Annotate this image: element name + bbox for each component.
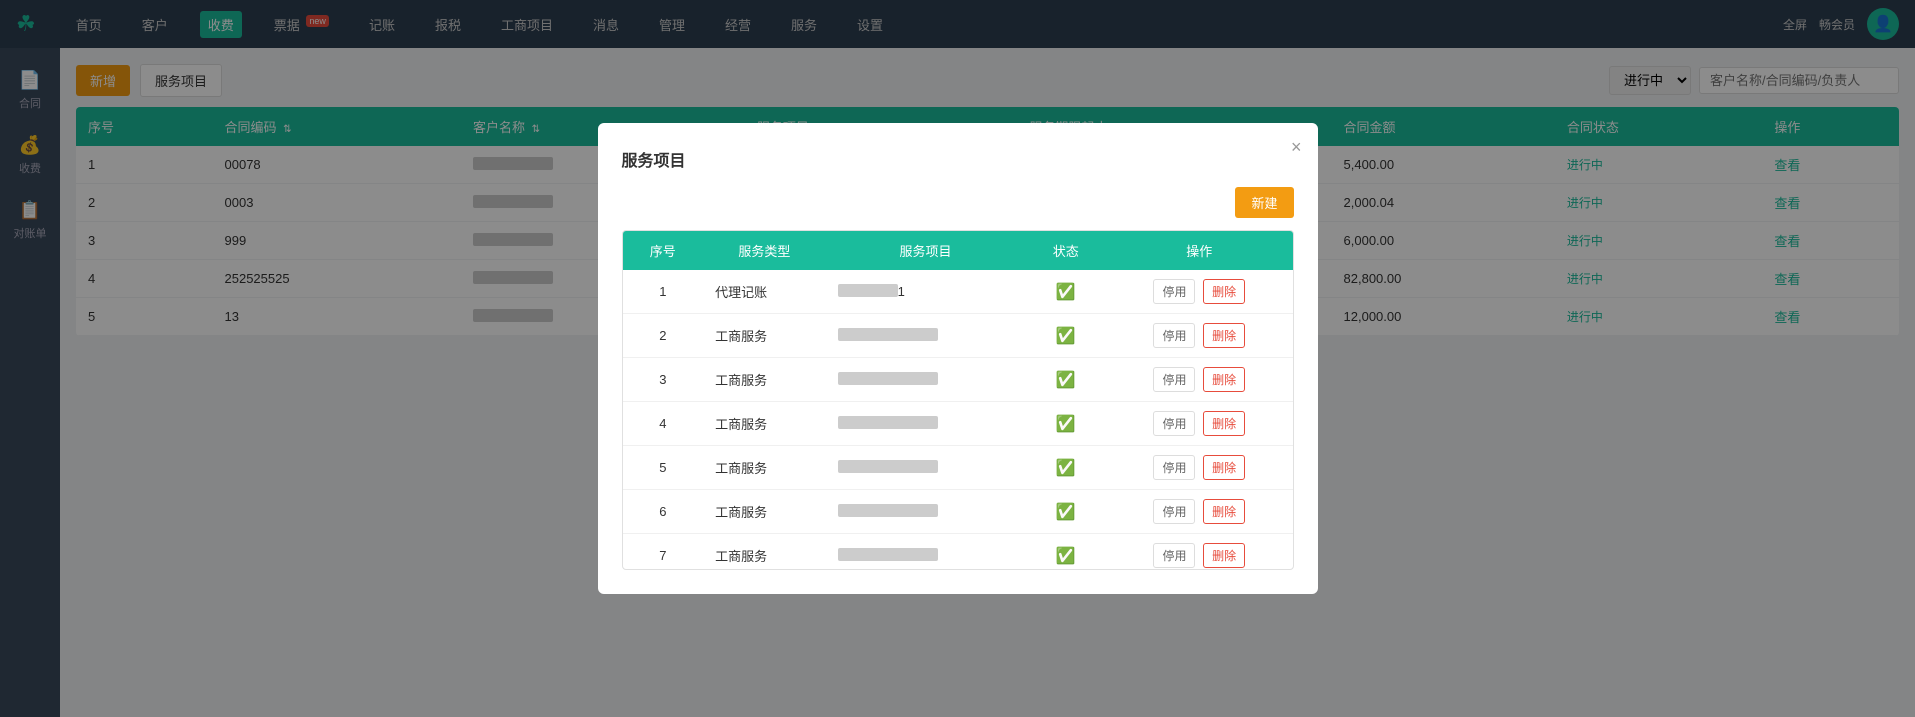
delete-button[interactable]: 删除 [1203,323,1245,348]
stop-button[interactable]: 停用 [1153,499,1195,524]
modal-table-row: 4 工商服务 ✅ 停用 删除 [623,402,1293,446]
modal-cell-item [826,358,1026,402]
modal-table-row: 3 工商服务 ✅ 停用 删除 [623,358,1293,402]
modal-table-row: 2 工商服务 ✅ 停用 删除 [623,314,1293,358]
modal-cell-type: 工商服务 [703,358,826,402]
modal-new-button[interactable]: 新建 [1235,187,1293,218]
modal-cell-actions[interactable]: 停用 删除 [1106,402,1292,446]
stop-button[interactable]: 停用 [1153,543,1195,568]
modal-cell-type: 工商服务 [703,490,826,534]
modal-cell-item [826,314,1026,358]
stop-button[interactable]: 停用 [1153,367,1195,392]
modal-table-wrap[interactable]: 序号 服务类型 服务项目 状态 操作 1 代理记账 1 ✅ 停用 删除 2 工商… [622,230,1294,570]
modal-title: 服务项目 [622,147,1294,171]
modal-cell-actions[interactable]: 停用 删除 [1106,534,1292,571]
delete-button[interactable]: 删除 [1203,499,1245,524]
status-check-icon: ✅ [1056,504,1076,521]
stop-button[interactable]: 停用 [1153,323,1195,348]
modal-table-row: 5 工商服务 ✅ 停用 删除 [623,446,1293,490]
modal-cell-status: ✅ [1025,446,1106,490]
modal-col-action: 操作 [1106,231,1292,270]
delete-button[interactable]: 删除 [1203,543,1245,568]
status-check-icon: ✅ [1056,328,1076,345]
status-check-icon: ✅ [1056,460,1076,477]
modal-cell-item [826,402,1026,446]
delete-button[interactable]: 删除 [1203,279,1245,304]
modal-overlay[interactable]: 服务项目 × 新建 序号 服务类型 服务项目 状态 操作 1 代理记账 [0,0,1915,717]
modal-cell-actions[interactable]: 停用 删除 [1106,490,1292,534]
modal-cell-status: ✅ [1025,270,1106,314]
modal-table-row: 7 工商服务 ✅ 停用 删除 [623,534,1293,571]
modal-cell-item [826,446,1026,490]
modal-cell-actions[interactable]: 停用 删除 [1106,314,1292,358]
modal-service-table: 序号 服务类型 服务项目 状态 操作 1 代理记账 1 ✅ 停用 删除 2 工商… [623,231,1293,570]
modal-close-button[interactable]: × [1291,137,1302,158]
modal-toolbar: 新建 [622,187,1294,218]
modal-cell-status: ✅ [1025,314,1106,358]
modal-cell-status: ✅ [1025,534,1106,571]
modal-cell-status: ✅ [1025,358,1106,402]
modal-cell-seq: 4 [623,402,704,446]
modal-table-row: 1 代理记账 1 ✅ 停用 删除 [623,270,1293,314]
modal-cell-seq: 3 [623,358,704,402]
modal-cell-status: ✅ [1025,402,1106,446]
delete-button[interactable]: 删除 [1203,411,1245,436]
modal-col-seq: 序号 [623,231,704,270]
modal-cell-seq: 2 [623,314,704,358]
modal-col-item: 服务项目 [826,231,1026,270]
stop-button[interactable]: 停用 [1153,411,1195,436]
status-check-icon: ✅ [1056,372,1076,389]
stop-button[interactable]: 停用 [1153,279,1195,304]
modal-cell-item [826,534,1026,571]
modal-cell-type: 工商服务 [703,446,826,490]
delete-button[interactable]: 删除 [1203,455,1245,480]
modal-cell-item: 1 [826,270,1026,314]
modal-cell-seq: 1 [623,270,704,314]
modal-cell-actions[interactable]: 停用 删除 [1106,270,1292,314]
modal-cell-seq: 5 [623,446,704,490]
status-check-icon: ✅ [1056,416,1076,433]
modal-cell-type: 工商服务 [703,314,826,358]
modal-cell-type: 工商服务 [703,534,826,571]
status-check-icon: ✅ [1056,548,1076,565]
modal-cell-actions[interactable]: 停用 删除 [1106,446,1292,490]
modal-table-row: 6 工商服务 ✅ 停用 删除 [623,490,1293,534]
modal-cell-actions[interactable]: 停用 删除 [1106,358,1292,402]
modal-cell-type: 代理记账 [703,270,826,314]
modal-cell-seq: 6 [623,490,704,534]
service-items-modal: 服务项目 × 新建 序号 服务类型 服务项目 状态 操作 1 代理记账 [598,123,1318,594]
modal-col-status: 状态 [1025,231,1106,270]
stop-button[interactable]: 停用 [1153,455,1195,480]
status-check-icon: ✅ [1056,284,1076,301]
modal-cell-status: ✅ [1025,490,1106,534]
modal-cell-seq: 7 [623,534,704,571]
modal-cell-item [826,490,1026,534]
modal-cell-type: 工商服务 [703,402,826,446]
delete-button[interactable]: 删除 [1203,367,1245,392]
modal-col-type: 服务类型 [703,231,826,270]
